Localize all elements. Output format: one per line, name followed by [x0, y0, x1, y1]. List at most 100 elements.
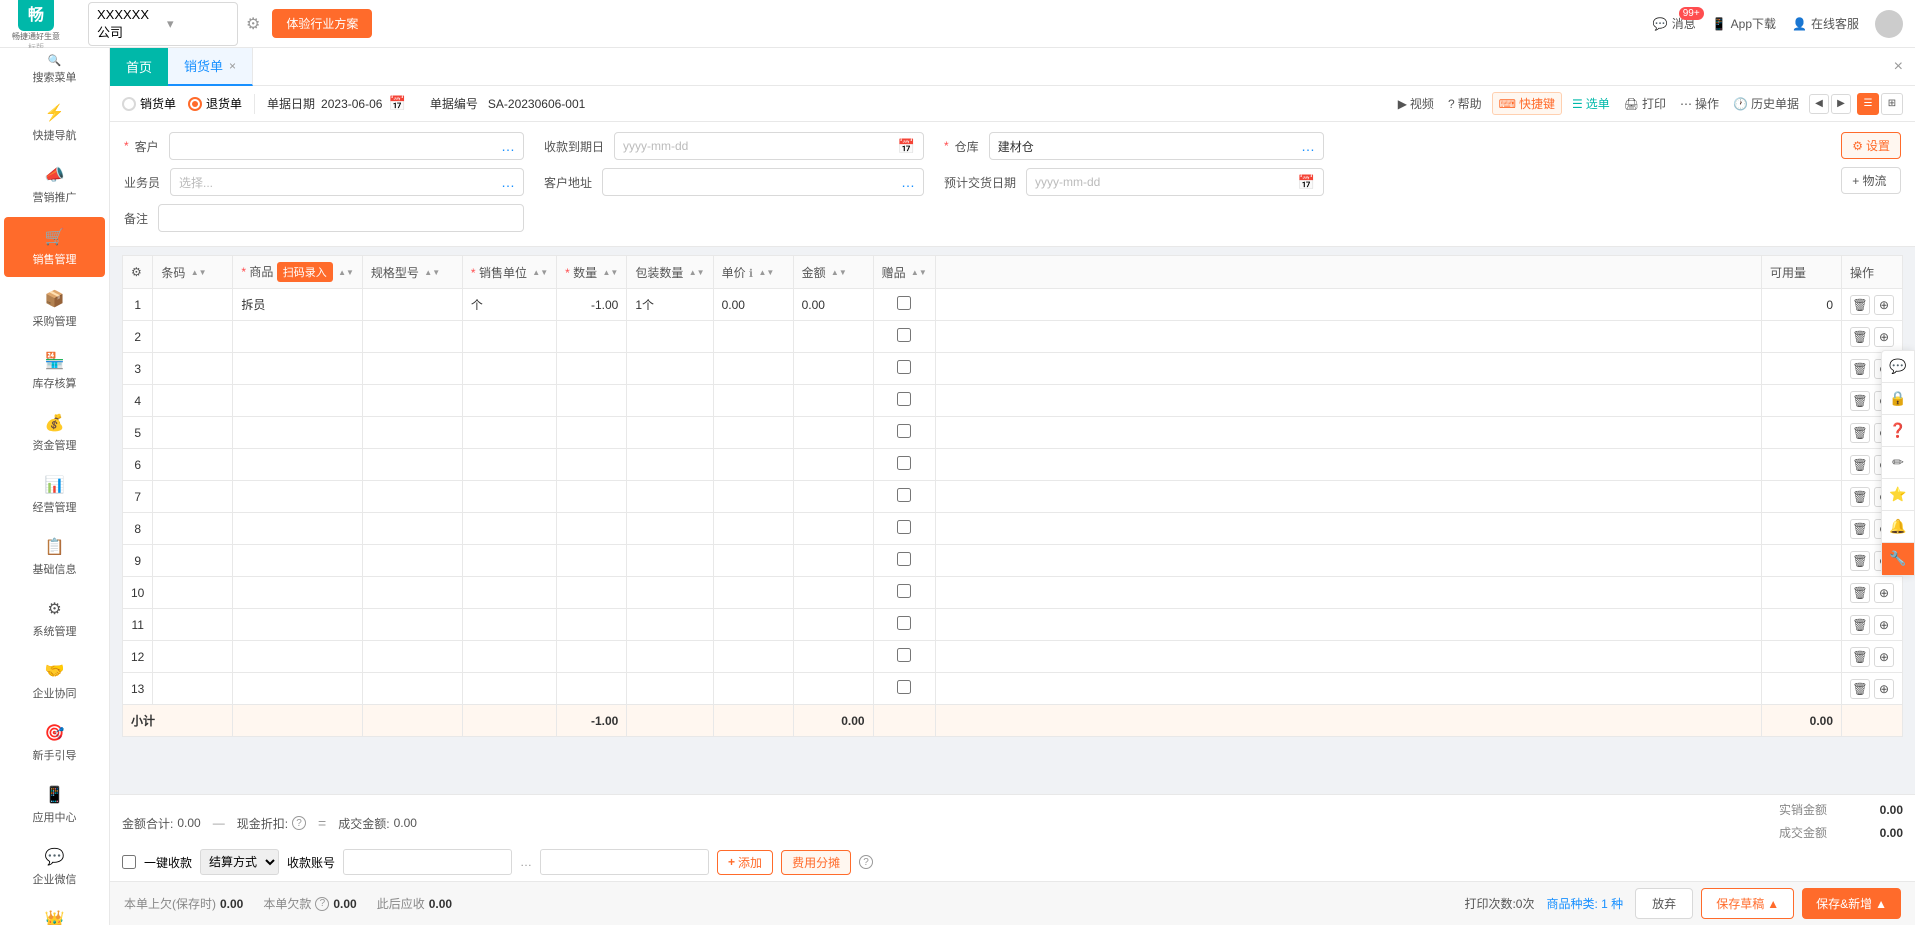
row-price-10[interactable]	[713, 577, 793, 609]
row-copy-12[interactable]: ⊕	[1874, 647, 1894, 667]
row-qty-4[interactable]	[557, 385, 627, 417]
row-pkg-1[interactable]: 1个	[627, 289, 713, 321]
right-tool-edit-btn[interactable]: ✏	[1882, 447, 1914, 479]
sidebar-item-finance[interactable]: 💰资金管理	[4, 403, 105, 463]
row-copy-10[interactable]: ⊕	[1874, 583, 1894, 603]
row-price-12[interactable]	[713, 641, 793, 673]
gift-checkbox-2[interactable]	[897, 328, 911, 342]
price-info-icon[interactable]: ℹ	[749, 268, 753, 280]
row-unit-10[interactable]	[462, 577, 556, 609]
pay-checkbox[interactable]	[122, 855, 136, 869]
row-amount-1[interactable]: 0.00	[793, 289, 873, 321]
row-amount-3[interactable]	[793, 353, 873, 385]
sidebar-item-wechat[interactable]: 💬企业微信	[4, 837, 105, 897]
payment-amount-input[interactable]	[540, 849, 709, 875]
expense-info-icon[interactable]: ?	[859, 855, 873, 869]
row-unit-8[interactable]	[462, 513, 556, 545]
gift-checkbox-5[interactable]	[897, 424, 911, 438]
row-price-4[interactable]	[713, 385, 793, 417]
right-tool-chat-btn[interactable]: 💬	[1882, 351, 1914, 383]
row-gift-1[interactable]	[873, 289, 935, 321]
nav-prev-btn[interactable]: ◀	[1809, 94, 1829, 114]
salesperson-more-btn[interactable]: …	[501, 174, 515, 190]
row-unit-1[interactable]: 个	[462, 289, 556, 321]
user-avatar[interactable]	[1875, 10, 1903, 38]
row-barcode-8[interactable]	[153, 513, 233, 545]
sidebar-item-quick-nav[interactable]: ⚡快捷导航	[4, 93, 105, 153]
row-qty-9[interactable]	[557, 545, 627, 577]
right-tool-orange-btn[interactable]: 🔧	[1882, 543, 1914, 575]
row-copy-13[interactable]: ⊕	[1874, 679, 1894, 699]
video-btn[interactable]: ▶ 视频	[1394, 93, 1438, 114]
row-amount-5[interactable]	[793, 417, 873, 449]
row-pkg-10[interactable]	[627, 577, 713, 609]
customer-input[interactable]: …	[169, 132, 524, 160]
tab-home[interactable]: 首页	[110, 48, 168, 86]
row-barcode-12[interactable]	[153, 641, 233, 673]
row-unit-9[interactable]	[462, 545, 556, 577]
row-price-3[interactable]	[713, 353, 793, 385]
right-tool-help-btn[interactable]: ❓	[1882, 415, 1914, 447]
row-qty-3[interactable]	[557, 353, 627, 385]
row-pkg-4[interactable]	[627, 385, 713, 417]
row-gift-4[interactable]	[873, 385, 935, 417]
row-delete-5[interactable]: 🗑	[1850, 423, 1870, 443]
shortcut-btn[interactable]: ⌨ 快捷键	[1492, 92, 1562, 115]
row-amount-10[interactable]	[793, 577, 873, 609]
row-price-5[interactable]	[713, 417, 793, 449]
warehouse-more-btn[interactable]: …	[1301, 138, 1315, 154]
warehouse-input[interactable]: 建材仓 …	[989, 132, 1324, 160]
row-spec-1[interactable]	[362, 289, 462, 321]
row-delete-9[interactable]: 🗑	[1850, 551, 1870, 571]
row-qty-1[interactable]: -1.00	[557, 289, 627, 321]
row-spec-8[interactable]	[362, 513, 462, 545]
row-unit-11[interactable]	[462, 609, 556, 641]
row-gift-6[interactable]	[873, 449, 935, 481]
tab-sales-order[interactable]: 销货单 ×	[168, 48, 253, 86]
row-qty-10[interactable]	[557, 577, 627, 609]
help-btn[interactable]: ? 帮助	[1444, 93, 1486, 114]
row-barcode-5[interactable]	[153, 417, 233, 449]
customer-addr-more-btn[interactable]: …	[901, 174, 915, 190]
row-pkg-13[interactable]	[627, 673, 713, 705]
row-pkg-2[interactable]	[627, 321, 713, 353]
radio-return-order[interactable]: 退货单	[188, 95, 242, 112]
row-delete-7[interactable]: 🗑	[1850, 487, 1870, 507]
row-delete-12[interactable]: 🗑	[1850, 647, 1870, 667]
row-spec-5[interactable]	[362, 417, 462, 449]
discard-btn[interactable]: 放弃	[1635, 888, 1693, 919]
row-barcode-9[interactable]	[153, 545, 233, 577]
row-delete-6[interactable]: 🗑	[1850, 455, 1870, 475]
sidebar-item-member[interactable]: 👑畅会员	[4, 899, 105, 925]
row-delete-4[interactable]: 🗑	[1850, 391, 1870, 411]
row-product-4[interactable]	[233, 385, 363, 417]
sidebar-item-operations[interactable]: 📊经营管理	[4, 465, 105, 525]
row-product-10[interactable]	[233, 577, 363, 609]
expense-btn[interactable]: 费用分摊	[781, 850, 851, 875]
delivery-date-input[interactable]: yyyy-mm-dd 📅	[1026, 168, 1324, 196]
row-pkg-12[interactable]	[627, 641, 713, 673]
row-copy-2[interactable]: ⊕	[1874, 327, 1894, 347]
gift-checkbox-9[interactable]	[897, 552, 911, 566]
row-gift-3[interactable]	[873, 353, 935, 385]
row-amount-4[interactable]	[793, 385, 873, 417]
online-service-btn[interactable]: 👤 在线客服	[1792, 15, 1859, 32]
row-delete-13[interactable]: 🗑	[1850, 679, 1870, 699]
row-amount-8[interactable]	[793, 513, 873, 545]
row-product-7[interactable]	[233, 481, 363, 513]
row-pkg-6[interactable]	[627, 449, 713, 481]
row-spec-4[interactable]	[362, 385, 462, 417]
row-unit-7[interactable]	[462, 481, 556, 513]
row-product-6[interactable]	[233, 449, 363, 481]
row-spec-13[interactable]	[362, 673, 462, 705]
row-barcode-10[interactable]	[153, 577, 233, 609]
history-btn[interactable]: 🕐 历史单据	[1729, 93, 1803, 114]
due-date-cal-icon[interactable]: 📅	[898, 138, 915, 155]
save-draft-btn[interactable]: 保存草稿 ▲	[1701, 888, 1794, 919]
row-amount-7[interactable]	[793, 481, 873, 513]
row-qty-2[interactable]	[557, 321, 627, 353]
gear-settings-icon[interactable]: ⚙	[131, 265, 142, 279]
view-grid-btn[interactable]: ⊞	[1881, 93, 1903, 115]
row-product-12[interactable]	[233, 641, 363, 673]
settings-gear-icon[interactable]: ⚙	[246, 14, 260, 34]
